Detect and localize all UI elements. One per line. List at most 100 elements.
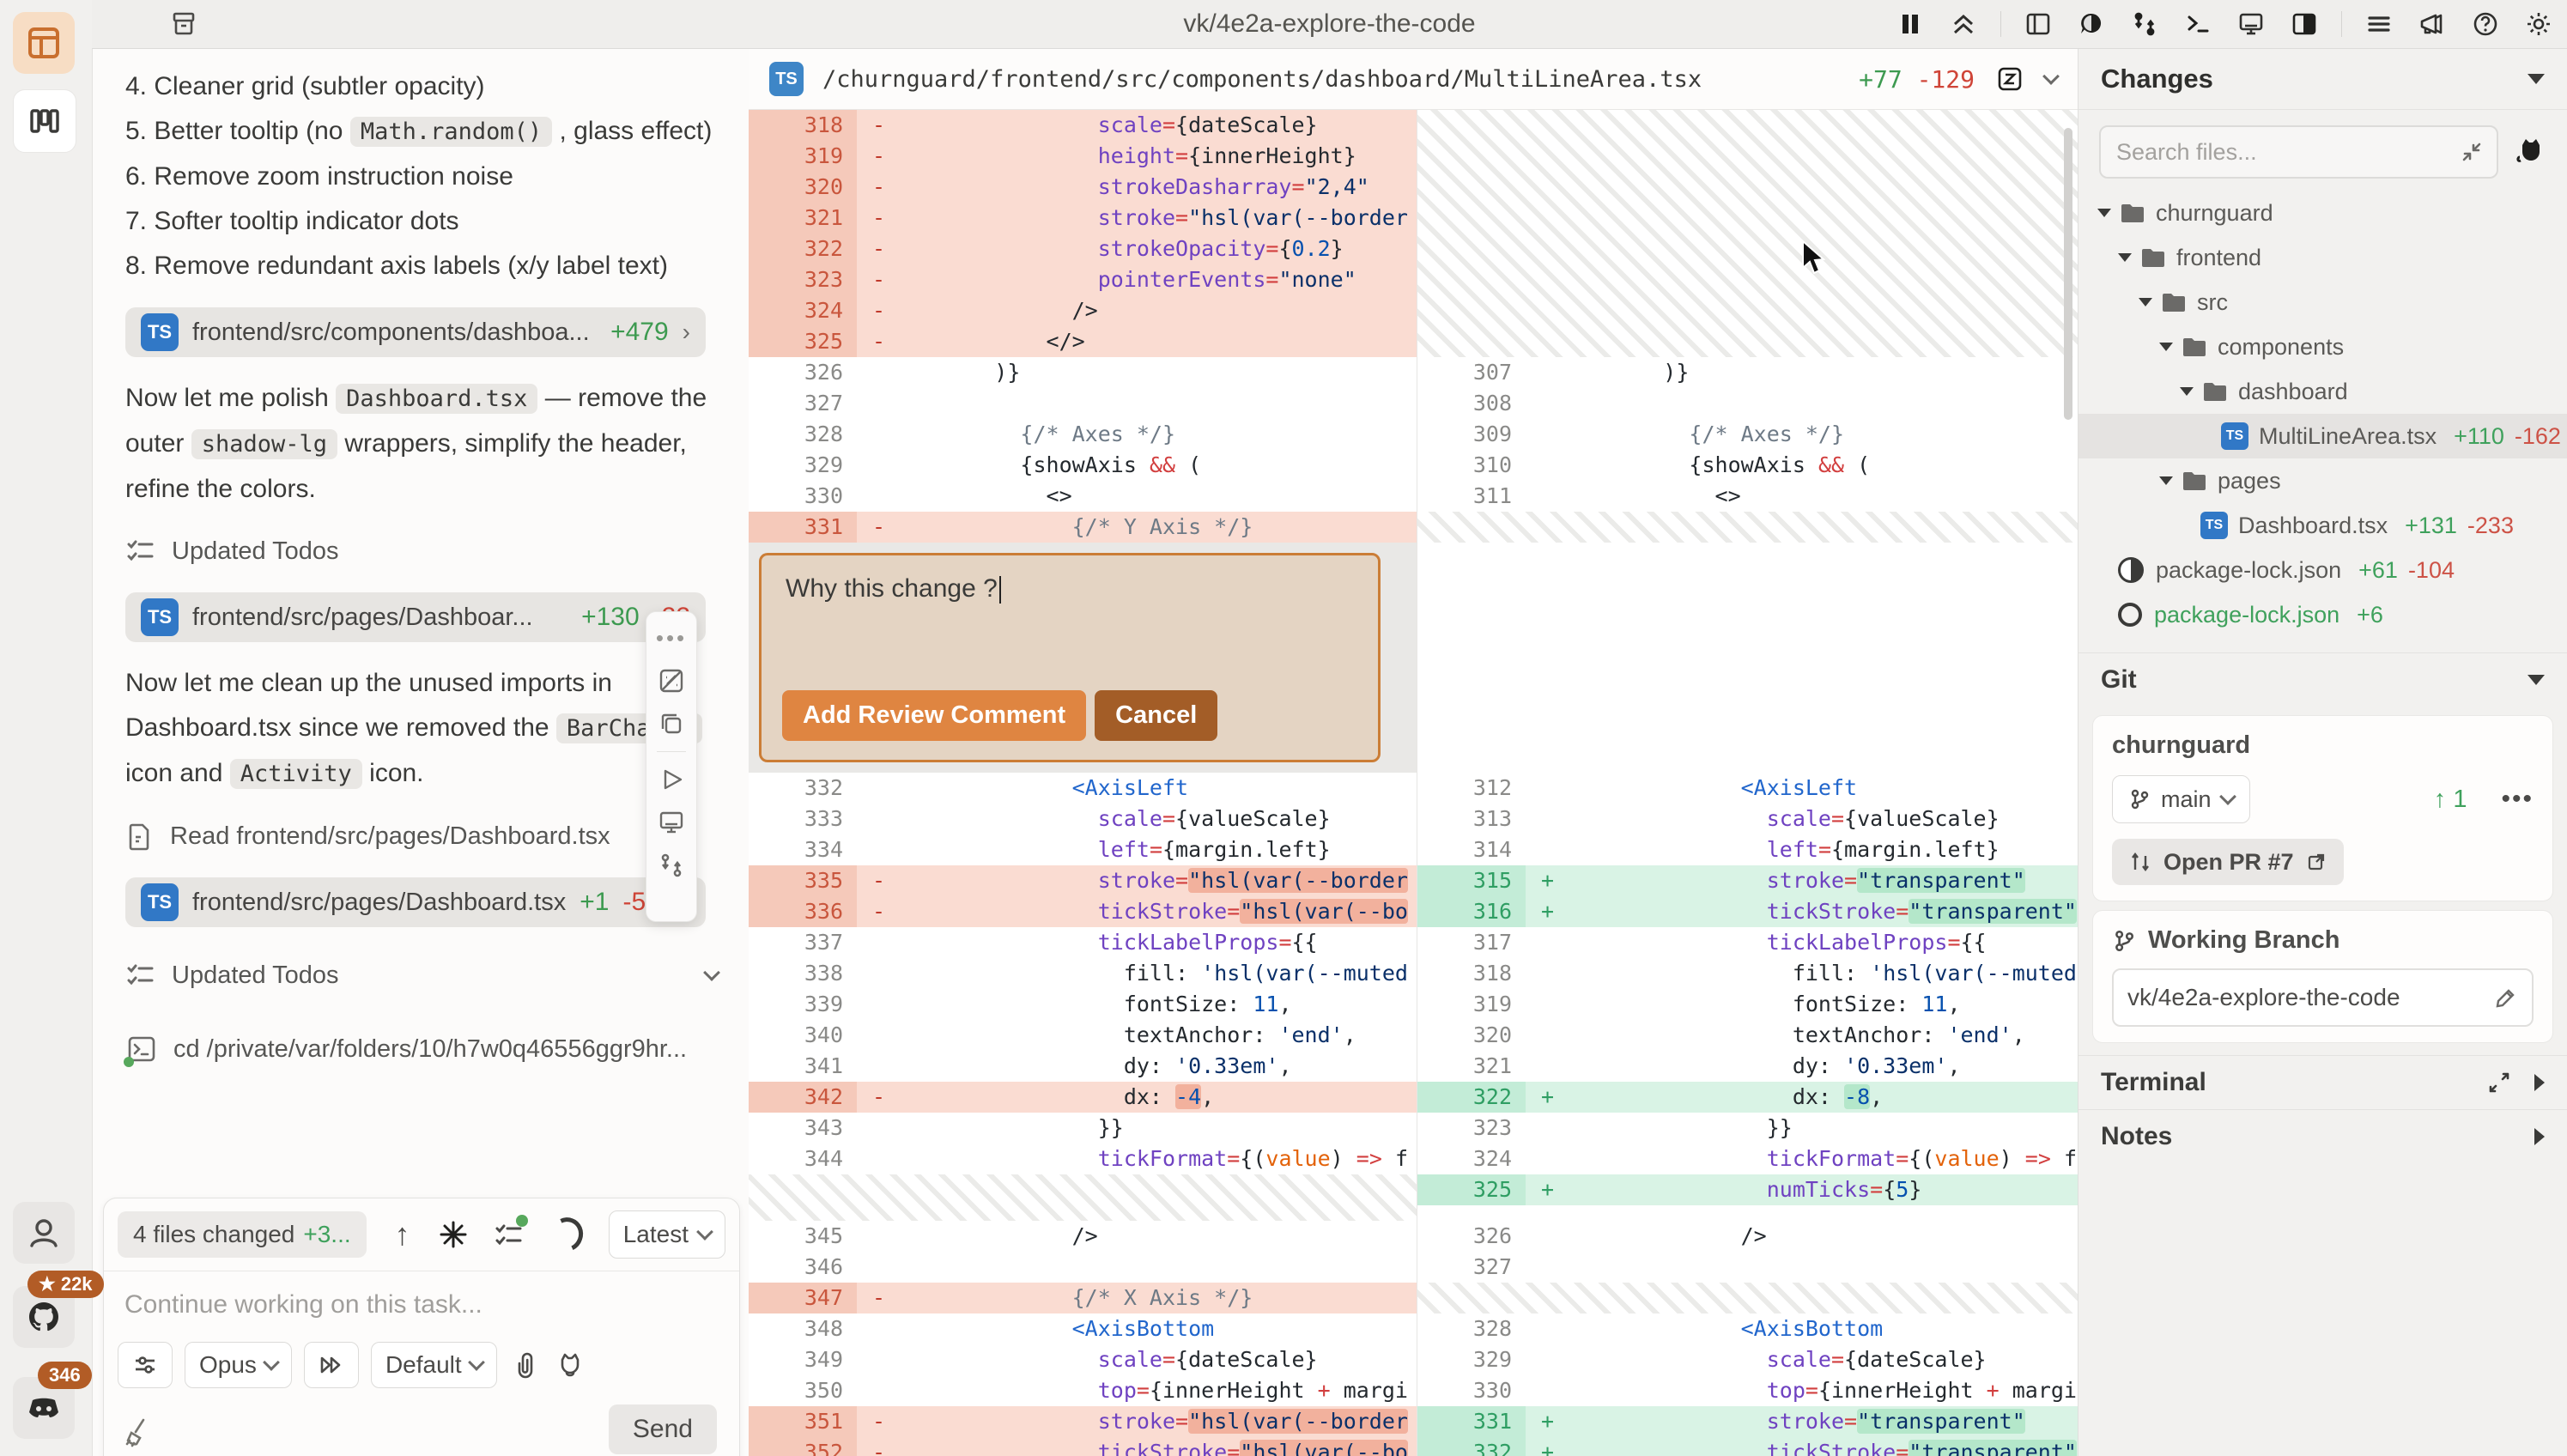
diff-code-line[interactable]: 331- {/* Y Axis */} <box>749 512 1417 543</box>
branch-dropdown[interactable]: main <box>2112 775 2250 823</box>
expand-icon[interactable] <box>2486 1070 2512 1095</box>
diff-code-line[interactable]: 321 dy: '0.33em', <box>1417 1051 2078 1082</box>
scroll-top-icon[interactable]: ↑ <box>392 1218 413 1251</box>
diff-code-line[interactable]: 322- strokeOpacity={0.2} <box>749 234 1417 264</box>
diff-code-line[interactable]: 333 scale={valueScale} <box>749 804 1417 834</box>
account-button[interactable] <box>13 1202 75 1264</box>
notes-section-header[interactable]: Notes <box>2078 1109 2567 1163</box>
settings-sliders-button[interactable] <box>118 1342 173 1388</box>
send-button[interactable]: Send <box>609 1404 717 1454</box>
monitor-icon[interactable] <box>652 804 690 841</box>
tree-item[interactable]: churnguard <box>2078 191 2567 235</box>
tree-item[interactable]: package-lock.json+6 <box>2078 592 2567 637</box>
diff-code-line[interactable]: 319 fontSize: 11, <box>1417 989 2078 1020</box>
megaphone-icon[interactable] <box>2416 8 2449 40</box>
chevron-right-icon[interactable] <box>2534 1128 2545 1145</box>
tree-item[interactable]: components <box>2078 325 2567 369</box>
diff-code-line[interactable]: 346 <box>749 1252 1417 1283</box>
tree-item[interactable]: TSDashboard.tsx+131-233 <box>2078 503 2567 548</box>
cat-agent-icon[interactable] <box>554 1349 586 1381</box>
read-file-row[interactable]: Read frontend/src/pages/Dashboard.tsx <box>125 814 718 858</box>
tree-item[interactable]: frontend <box>2078 235 2567 280</box>
diff-code-line[interactable]: 330 top={innerHeight + margi <box>1417 1375 2078 1406</box>
version-dropdown[interactable]: Latest <box>609 1210 725 1259</box>
review-comment-input[interactable]: Why this change ? <box>762 555 1378 604</box>
diff-scrollbar[interactable] <box>2064 128 2072 420</box>
working-branch-input[interactable]: vk/4e2a-explore-the-code <box>2112 968 2534 1027</box>
diff-code-line[interactable]: 349 scale={dateScale} <box>749 1344 1417 1375</box>
diff-code-line[interactable]: 342- dx: -4, <box>749 1082 1417 1113</box>
todos-row[interactable]: Updated Todos <box>125 953 718 998</box>
diff-code-line[interactable]: 313 scale={valueScale} <box>1417 804 2078 834</box>
settings-gear-icon[interactable] <box>2522 8 2555 40</box>
model-dropdown[interactable]: Opus <box>185 1342 292 1388</box>
diff-code-line[interactable]: 341 dy: '0.33em', <box>749 1051 1417 1082</box>
cat-agent-icon[interactable] <box>2514 135 2548 169</box>
message-input[interactable]: Continue working on this task... <box>104 1271 739 1320</box>
chevron-down-icon[interactable] <box>2042 68 2060 85</box>
tree-item[interactable]: src <box>2078 280 2567 325</box>
diff-code-line[interactable]: 307 )} <box>1417 357 2078 388</box>
diff-code-line[interactable]: 327 <box>749 388 1417 419</box>
diff-code-line[interactable]: 330 <> <box>749 481 1417 512</box>
edit-diff-icon[interactable] <box>652 662 690 700</box>
diff-code-line[interactable]: 315+ stroke="transparent" <box>1417 865 2078 896</box>
diff-code-line[interactable]: 317 tickLabelProps={{ <box>1417 927 2078 958</box>
copy-icon[interactable] <box>652 705 690 743</box>
diff-code-line[interactable]: 320 textAnchor: 'end', <box>1417 1020 2078 1051</box>
panel-left-icon[interactable] <box>2022 8 2054 40</box>
panel-right-icon[interactable] <box>2288 8 2321 40</box>
file-diff-chip[interactable]: TS frontend/src/pages/Dashboard.tsx +1 -… <box>125 877 706 927</box>
diff-code-line[interactable]: 309 {/* Axes */} <box>1417 419 2078 450</box>
attachment-icon[interactable] <box>509 1349 542 1381</box>
diff-code-line[interactable]: 328 <AxisBottom <box>1417 1313 2078 1344</box>
diff-code-line[interactable]: 323- pointerEvents="none" <box>749 264 1417 295</box>
todo-status-icon[interactable] <box>494 1218 525 1251</box>
diff-code-line[interactable]: 334 left={margin.left} <box>749 834 1417 865</box>
diff-code-line[interactable]: 327 <box>1417 1252 2078 1283</box>
collapse-up-icon[interactable] <box>1947 8 1980 40</box>
more-options-icon[interactable]: ••• <box>652 619 690 657</box>
more-options-icon[interactable]: ••• <box>2501 785 2534 814</box>
menu-icon[interactable] <box>2363 8 2395 40</box>
git-section-header[interactable]: Git <box>2078 652 2567 707</box>
diff-code-line[interactable]: 339 fontSize: 11, <box>749 989 1417 1020</box>
file-diff-chip[interactable]: TS frontend/src/pages/Dashboar... +130 -… <box>125 592 706 642</box>
diff-code-line[interactable]: 325+ numTicks={5} <box>1417 1174 2078 1205</box>
diff-code-line[interactable]: 348 <AxisBottom <box>749 1313 1417 1344</box>
diff-code-line[interactable]: 312 <AxisLeft <box>1417 773 2078 804</box>
fast-forward-button[interactable] <box>304 1342 359 1388</box>
diff-code-line[interactable]: 344 tickFormat={(value) => f <box>749 1144 1417 1174</box>
terminal-command-row[interactable]: cd /private/var/folders/10/h7w0q46556ggr… <box>125 1027 718 1071</box>
todos-row[interactable]: Updated Todos <box>125 529 718 573</box>
add-review-comment-button[interactable]: Add Review Comment <box>782 690 1086 741</box>
ahead-count[interactable]: ↑ 1 <box>2434 786 2467 814</box>
diff-code-line[interactable]: 314 left={margin.left} <box>1417 834 2078 865</box>
diff-code-line[interactable]: 316+ tickStroke="transparent" <box>1417 896 2078 927</box>
tree-item[interactable]: pages <box>2078 458 2567 503</box>
diff-code-line[interactable]: 324- /> <box>749 295 1417 326</box>
diff-code-line[interactable]: 340 textAnchor: 'end', <box>749 1020 1417 1051</box>
diff-code-line[interactable]: 329 {showAxis && ( <box>749 450 1417 481</box>
chat-bubble-icon[interactable] <box>2075 8 2108 40</box>
diff-mode-icon[interactable] <box>1994 63 2026 95</box>
help-icon[interactable] <box>2469 8 2502 40</box>
diff-code-line[interactable]: 310 {showAxis && ( <box>1417 450 2078 481</box>
diff-code-line[interactable]: 321- stroke="hsl(var(--border <box>749 203 1417 234</box>
play-icon[interactable] <box>652 761 690 798</box>
files-changed-chip[interactable]: 4 files changed+3... <box>118 1211 367 1258</box>
diff-code-line[interactable]: 322+ dx: -8, <box>1417 1082 2078 1113</box>
diff-code-line[interactable]: 320- strokeDasharray="2,4" <box>749 172 1417 203</box>
clear-broom-icon[interactable] <box>121 1415 155 1453</box>
diff-code-line[interactable]: 325- </> <box>749 326 1417 357</box>
diff-code-line[interactable]: 332 <AxisLeft <box>749 773 1417 804</box>
git-compare-icon[interactable] <box>652 846 690 884</box>
diff-code-line[interactable]: 347- {/* X Axis */} <box>749 1283 1417 1313</box>
diff-code-line[interactable]: 326 /> <box>1417 1221 2078 1252</box>
collapse-tree-icon[interactable] <box>2459 139 2485 165</box>
diff-code-line[interactable]: 351- stroke="hsl(var(--border <box>749 1406 1417 1437</box>
monitor-icon[interactable] <box>2235 8 2267 40</box>
diff-code-line[interactable]: 328 {/* Axes */} <box>749 419 1417 450</box>
diff-code-line[interactable]: 337 tickLabelProps={{ <box>749 927 1417 958</box>
diff-code-line[interactable]: 308 <box>1417 388 2078 419</box>
